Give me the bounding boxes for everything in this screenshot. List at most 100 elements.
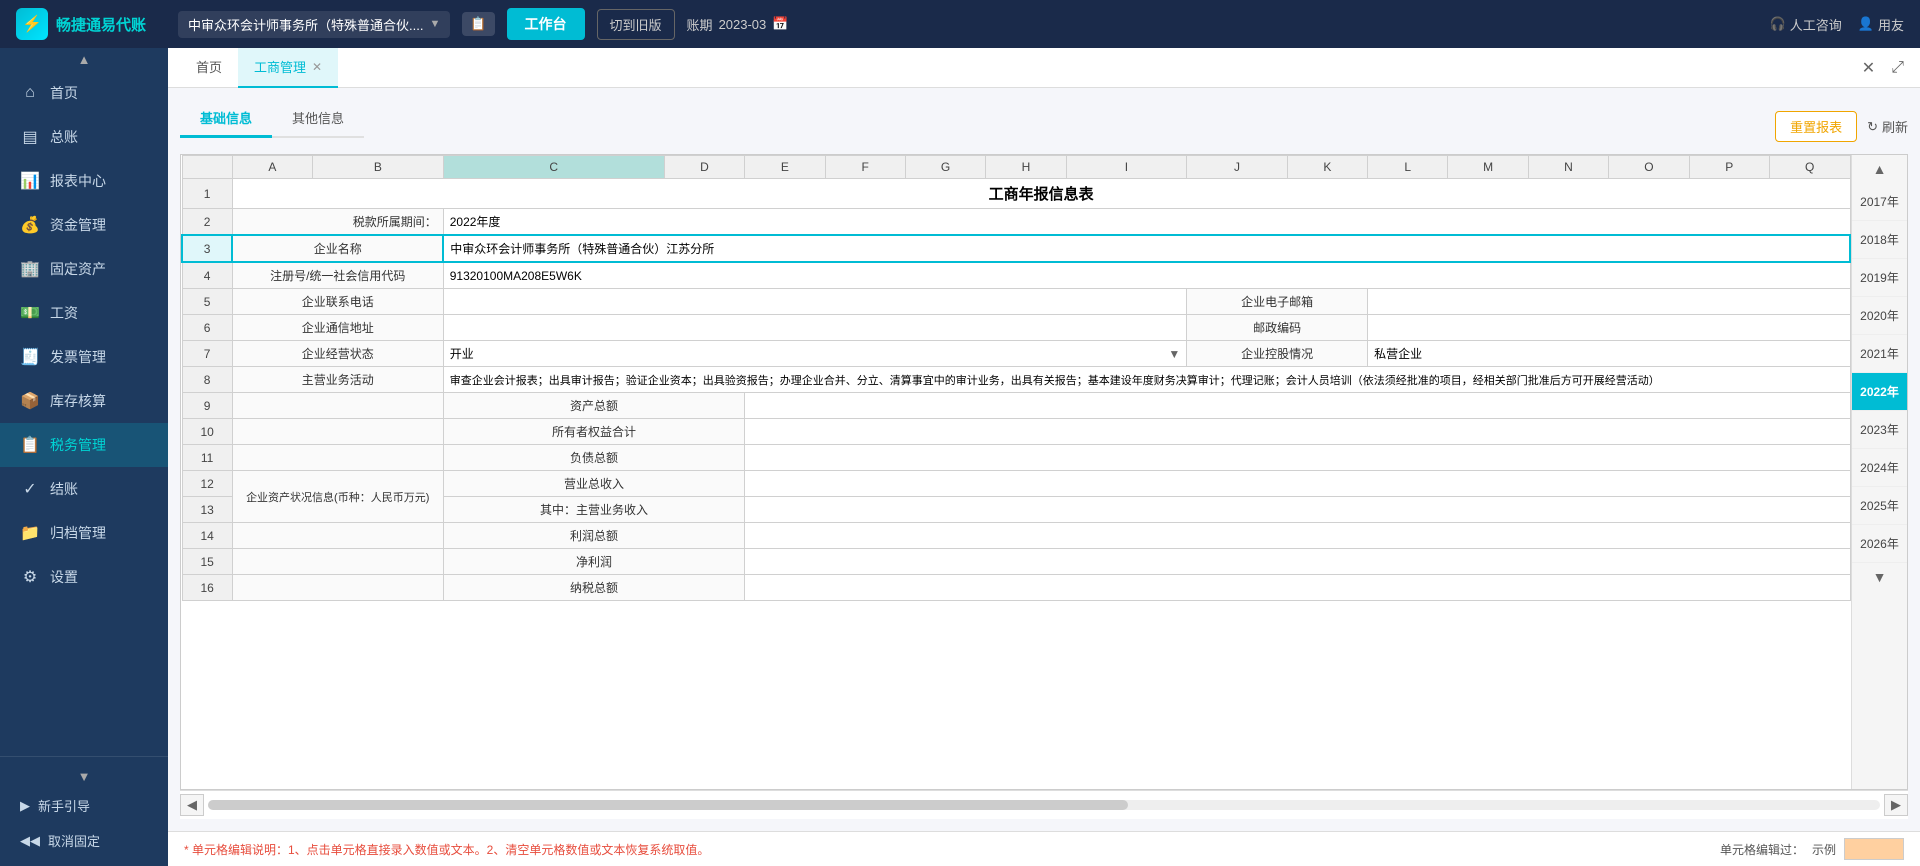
table-row: 11 负债总额 bbox=[182, 445, 1850, 471]
sidebar-item-invoice[interactable]: 🧾 发票管理 bbox=[0, 335, 168, 379]
sidebar-item-inventory[interactable]: 📦 库存核算 bbox=[0, 379, 168, 423]
tab-home[interactable]: 首页 bbox=[180, 48, 238, 88]
sidebar-item-settings[interactable]: ⚙ 设置 bbox=[0, 555, 168, 599]
user-button[interactable]: 👤 用友 bbox=[1858, 15, 1904, 34]
table-row: 7 企业经营状态 开业 ▼ 企业控股情况 私营企业 bbox=[182, 341, 1850, 367]
example-color-cell bbox=[1844, 838, 1904, 860]
close-tab-button[interactable]: ✕ bbox=[1858, 54, 1879, 82]
company-name-label: 企业名称 bbox=[232, 235, 443, 262]
sidebar-label-report: 报表中心 bbox=[50, 171, 106, 191]
sidebar-item-ledger[interactable]: ▤ 总账 bbox=[0, 115, 168, 159]
h-scrollbar[interactable] bbox=[208, 800, 1880, 810]
fin-info-label: 企业资产状况信息(币种：人民币万元) bbox=[232, 471, 443, 523]
calendar-icon[interactable]: 📅 bbox=[772, 16, 788, 32]
reg-code-label: 注册号/统一社会信用代码 bbox=[232, 262, 443, 289]
refresh-button[interactable]: ↻ 刷新 bbox=[1867, 117, 1908, 136]
sidebar-item-finance[interactable]: 💰 资金管理 bbox=[0, 203, 168, 247]
sidebar-bottom: ▼ ▶ 新手引导 ◀◀ 取消固定 bbox=[0, 756, 168, 866]
net-profit-value[interactable] bbox=[745, 549, 1850, 575]
col-p: P bbox=[1689, 156, 1769, 179]
example-label: 示例 bbox=[1812, 841, 1836, 858]
year-2026[interactable]: 2026年 bbox=[1852, 525, 1907, 563]
email-value[interactable] bbox=[1368, 289, 1850, 315]
col-f: F bbox=[825, 156, 905, 179]
profit-group-label bbox=[232, 523, 443, 549]
table-row: 16 纳税总额 bbox=[182, 575, 1850, 601]
spreadsheet-container[interactable]: A B C D E F G H I J K L bbox=[181, 155, 1851, 789]
col-l: L bbox=[1368, 156, 1448, 179]
settings-icon: ⚙ bbox=[20, 567, 40, 587]
reset-button[interactable]: 重置报表 bbox=[1775, 111, 1857, 142]
tax-total-value[interactable] bbox=[745, 575, 1850, 601]
control-value[interactable]: 私营企业 bbox=[1368, 341, 1850, 367]
year-2022[interactable]: 2022年 bbox=[1852, 373, 1907, 411]
year-2024[interactable]: 2024年 bbox=[1852, 449, 1907, 487]
year-2025[interactable]: 2025年 bbox=[1852, 487, 1907, 525]
total-assets-value[interactable] bbox=[745, 393, 1850, 419]
expand-button[interactable]: ⤢ bbox=[1887, 54, 1908, 82]
scroll-left-button[interactable]: ◀ bbox=[180, 794, 204, 816]
total-revenue-value[interactable] bbox=[745, 471, 1850, 497]
spreadsheet-wrapper: A B C D E F G H I J K L bbox=[180, 154, 1908, 790]
scroll-right-button[interactable]: ▶ bbox=[1884, 794, 1908, 816]
sub-tab-basic[interactable]: 基础信息 bbox=[180, 100, 272, 138]
sidebar-item-archive[interactable]: 📁 归档管理 bbox=[0, 511, 168, 555]
service-button[interactable]: 🎧 人工咨询 bbox=[1770, 15, 1842, 34]
year-scroll-up[interactable]: ▲ bbox=[1852, 155, 1907, 183]
year-2018[interactable]: 2018年 bbox=[1852, 221, 1907, 259]
postal-value[interactable] bbox=[1368, 315, 1850, 341]
sub-tabs: 基础信息 其他信息 bbox=[180, 100, 364, 138]
sidebar-item-report[interactable]: 📊 报表中心 bbox=[0, 159, 168, 203]
row-num-5: 5 bbox=[182, 289, 232, 315]
debt-value[interactable] bbox=[745, 445, 1850, 471]
sidebar-scroll-up[interactable]: ▲ bbox=[0, 48, 168, 71]
sub-tab-other[interactable]: 其他信息 bbox=[272, 100, 364, 138]
main-biz-value[interactable]: 审查企业会计报表；出具审计报告；验证企业资本；出具验资报告；办理企业合并、分立、… bbox=[443, 367, 1850, 393]
company-selector[interactable]: 中审众环会计师事务所（特殊普通合伙.... ▼ bbox=[178, 11, 450, 38]
sidebar-label-home: 首页 bbox=[50, 83, 78, 103]
phone-value[interactable] bbox=[443, 289, 1187, 315]
profit-value[interactable] bbox=[745, 523, 1850, 549]
main-revenue-value[interactable] bbox=[745, 497, 1850, 523]
sidebar-item-assets[interactable]: 🏢 固定资产 bbox=[0, 247, 168, 291]
tab-close-icon[interactable]: ✕ bbox=[312, 60, 322, 74]
sidebar-label-archive: 归档管理 bbox=[50, 523, 106, 543]
biz-status-value[interactable]: 开业 ▼ bbox=[443, 341, 1187, 367]
postal-label: 邮政编码 bbox=[1187, 315, 1368, 341]
sidebar-item-home[interactable]: ⌂ 首页 bbox=[0, 71, 168, 115]
invoice-icon: 🧾 bbox=[20, 347, 40, 367]
table-row: 10 所有者权益合计 bbox=[182, 419, 1850, 445]
sidebar-scroll-down[interactable]: ▼ bbox=[0, 765, 168, 788]
year-scroll-down[interactable]: ▼ bbox=[1852, 563, 1907, 591]
sidebar-item-salary[interactable]: 💵 工资 bbox=[0, 291, 168, 335]
refresh-label: 刷新 bbox=[1882, 117, 1908, 136]
sidebar: ▲ ⌂ 首页 ▤ 总账 📊 报表中心 💰 资金管理 🏢 固定资产 bbox=[0, 48, 168, 866]
address-value[interactable] bbox=[443, 315, 1187, 341]
year-2020[interactable]: 2020年 bbox=[1852, 297, 1907, 335]
sidebar-item-tax[interactable]: 📋 税务管理 bbox=[0, 423, 168, 467]
old-version-button[interactable]: 切到旧版 bbox=[597, 9, 675, 40]
action-bar: 重置报表 ↻ 刷新 bbox=[1775, 111, 1908, 142]
period-value-cell[interactable]: 2022年度 bbox=[443, 209, 1850, 236]
reg-code-value[interactable]: 91320100MA208E5W6K bbox=[443, 262, 1850, 289]
service-icon: 🎧 bbox=[1770, 16, 1786, 32]
workbench-button[interactable]: 工作台 bbox=[507, 8, 585, 40]
edit-hint: * 单元格编辑说明：1、点击单元格直接录入数值或文本。2、清空单元格数值或文本恢… bbox=[184, 841, 709, 858]
year-2017[interactable]: 2017年 bbox=[1852, 183, 1907, 221]
sidebar-item-guide[interactable]: ▶ 新手引导 bbox=[0, 788, 168, 823]
equity-value[interactable] bbox=[745, 419, 1850, 445]
company-name-value[interactable]: 中审众环会计师事务所（特殊普通合伙）江苏分所 bbox=[443, 235, 1850, 262]
unpin-label: 取消固定 bbox=[48, 831, 100, 850]
year-2021[interactable]: 2021年 bbox=[1852, 335, 1907, 373]
corner-header bbox=[182, 156, 232, 179]
email-label: 企业电子邮箱 bbox=[1187, 289, 1368, 315]
sidebar-item-closing[interactable]: ✓ 结账 bbox=[0, 467, 168, 511]
archive-button[interactable]: 📋 bbox=[462, 12, 494, 36]
year-2019[interactable]: 2019年 bbox=[1852, 259, 1907, 297]
net-profit-label: 净利润 bbox=[443, 549, 744, 575]
sidebar-item-unpin[interactable]: ◀◀ 取消固定 bbox=[0, 823, 168, 858]
tab-business[interactable]: 工商管理 ✕ bbox=[238, 48, 338, 88]
sidebar-label-invoice: 发票管理 bbox=[50, 347, 106, 367]
year-2023[interactable]: 2023年 bbox=[1852, 411, 1907, 449]
tab-home-label: 首页 bbox=[196, 57, 222, 76]
